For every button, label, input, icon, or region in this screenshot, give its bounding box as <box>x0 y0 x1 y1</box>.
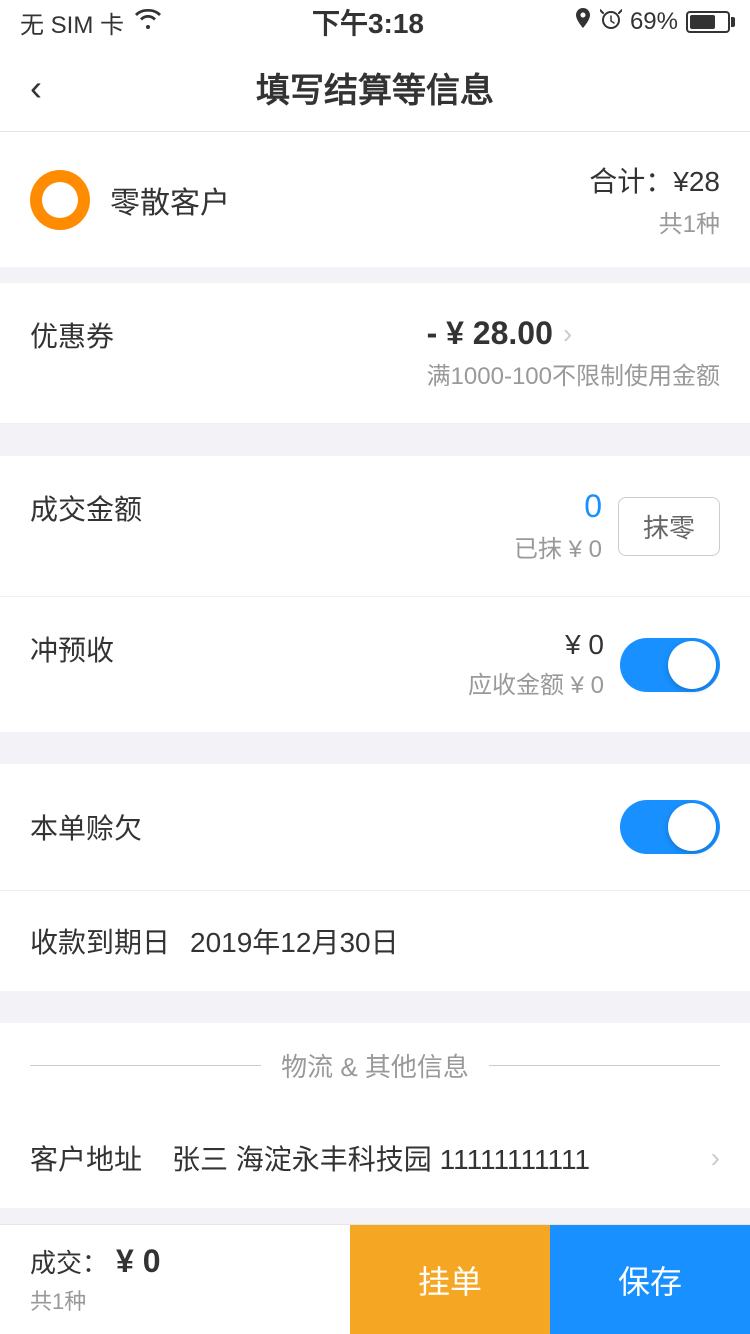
deal-sub: 已抹 ¥ 0 <box>514 529 602 564</box>
deal-row: 成交金额 0 已抹 ¥ 0 抹零 <box>0 456 750 597</box>
divider-1 <box>0 440 750 456</box>
save-button[interactable]: 保存 <box>550 1225 750 1334</box>
content-area: 零散客户 合计：¥28 共1种 优惠券 - ¥ 28.00 › 满1000-10… <box>0 132 750 1328</box>
prepay-row: 冲预收 ¥ 0 应收金额 ¥ 0 <box>0 597 750 732</box>
wifi-icon <box>134 8 162 36</box>
bottom-buttons: 挂单 保存 <box>350 1225 750 1334</box>
coupon-section: 优惠券 - ¥ 28.00 › 满1000-100不限制使用金额 <box>0 283 750 424</box>
customer-name: 零散客户 <box>110 178 230 222</box>
bottom-summary: 成交： ¥ 0 共1种 <box>0 1243 350 1316</box>
bottom-deal-row: 成交： ¥ 0 <box>30 1243 320 1280</box>
address-label: 客户地址 <box>30 1138 142 1178</box>
total-amount: 合计：¥28 <box>589 160 720 200</box>
battery-fill <box>690 15 715 29</box>
coupon-sub: 满1000-100不限制使用金额 <box>427 356 720 391</box>
status-left: 无 SIM 卡 <box>20 5 162 40</box>
deal-section: 成交金额 0 已抹 ¥ 0 抹零 冲预收 ¥ 0 应收金额 ¥ 0 <box>0 456 750 732</box>
bottom-bar: 成交： ¥ 0 共1种 挂单 保存 <box>0 1224 750 1334</box>
toggle-knob <box>668 641 716 689</box>
divider-2 <box>0 748 750 764</box>
coupon-label: 优惠券 <box>30 315 114 355</box>
logistics-header: 物流 & 其他信息 <box>0 1023 750 1108</box>
credit-toggle[interactable] <box>620 800 720 854</box>
customer-right: 合计：¥28 共1种 <box>589 160 720 239</box>
nav-bar: ‹ 填写结算等信息 <box>0 44 750 132</box>
logistics-line-left <box>30 1065 261 1066</box>
due-date-row: 收款到期日 2019年12月30日 <box>0 890 750 991</box>
avatar-icon <box>42 182 78 218</box>
address-row[interactable]: 客户地址 张三 海淀永丰科技园 11111111111 › <box>0 1108 750 1208</box>
prepay-right: ¥ 0 应收金额 ¥ 0 <box>468 629 720 700</box>
coupon-value: - ¥ 28.00 <box>427 315 553 352</box>
status-time: 下午3:18 <box>312 2 424 42</box>
prepay-sub: 应收金额 ¥ 0 <box>468 665 604 700</box>
due-date-value: 2019年12月30日 <box>190 921 399 961</box>
credit-section: 本单赊欠 收款到期日 2019年12月30日 <box>0 764 750 991</box>
bottom-deal-amount: ¥ 0 <box>116 1243 160 1280</box>
battery-icon <box>686 11 730 33</box>
status-right: 69% <box>574 8 730 37</box>
credit-row: 本单赊欠 <box>0 764 750 890</box>
round-button[interactable]: 抹零 <box>618 497 720 556</box>
deal-right: 0 已抹 ¥ 0 抹零 <box>514 488 720 564</box>
address-chevron: › <box>711 1142 720 1174</box>
customer-section: 零散客户 合计：¥28 共1种 <box>0 132 750 267</box>
prepay-value-col: ¥ 0 应收金额 ¥ 0 <box>468 629 604 700</box>
address-value: 张三 海淀永丰科技园 11111111111 <box>172 1138 681 1178</box>
due-date-label: 收款到期日 <box>30 921 170 961</box>
prepay-label: 冲预收 <box>30 629 114 669</box>
carrier-text: 无 SIM 卡 <box>20 5 124 40</box>
prepay-value: ¥ 0 <box>468 629 604 661</box>
logistics-line-right <box>489 1065 720 1066</box>
location-icon <box>574 8 592 37</box>
divider-3 <box>0 1007 750 1023</box>
credit-label: 本单赊欠 <box>30 807 142 847</box>
bottom-count: 共1种 <box>30 1284 320 1316</box>
prepay-toggle[interactable] <box>620 638 720 692</box>
coupon-right: - ¥ 28.00 › 满1000-100不限制使用金额 <box>427 315 720 391</box>
address-section: 客户地址 张三 海淀永丰科技园 11111111111 › <box>0 1108 750 1208</box>
bottom-deal-label: 成交： <box>30 1243 108 1280</box>
customer-left: 零散客户 <box>30 170 230 230</box>
page-title: 填写结算等信息 <box>256 63 494 112</box>
back-button[interactable]: ‹ <box>30 67 42 109</box>
deal-label: 成交金额 <box>30 488 142 528</box>
coupon-row[interactable]: 优惠券 - ¥ 28.00 › 满1000-100不限制使用金额 <box>0 283 750 424</box>
item-count: 共1种 <box>589 204 720 239</box>
deal-value-col: 0 已抹 ¥ 0 <box>514 488 602 564</box>
deal-value: 0 <box>584 488 602 524</box>
coupon-chevron: › <box>563 318 572 350</box>
avatar <box>30 170 90 230</box>
logistics-label: 物流 & 其他信息 <box>281 1047 469 1084</box>
battery-percent: 69% <box>630 8 678 36</box>
credit-toggle-knob <box>668 803 716 851</box>
alarm-icon <box>600 8 622 37</box>
status-bar: 无 SIM 卡 下午3:18 69% <box>0 0 750 44</box>
hang-button[interactable]: 挂单 <box>350 1225 550 1334</box>
